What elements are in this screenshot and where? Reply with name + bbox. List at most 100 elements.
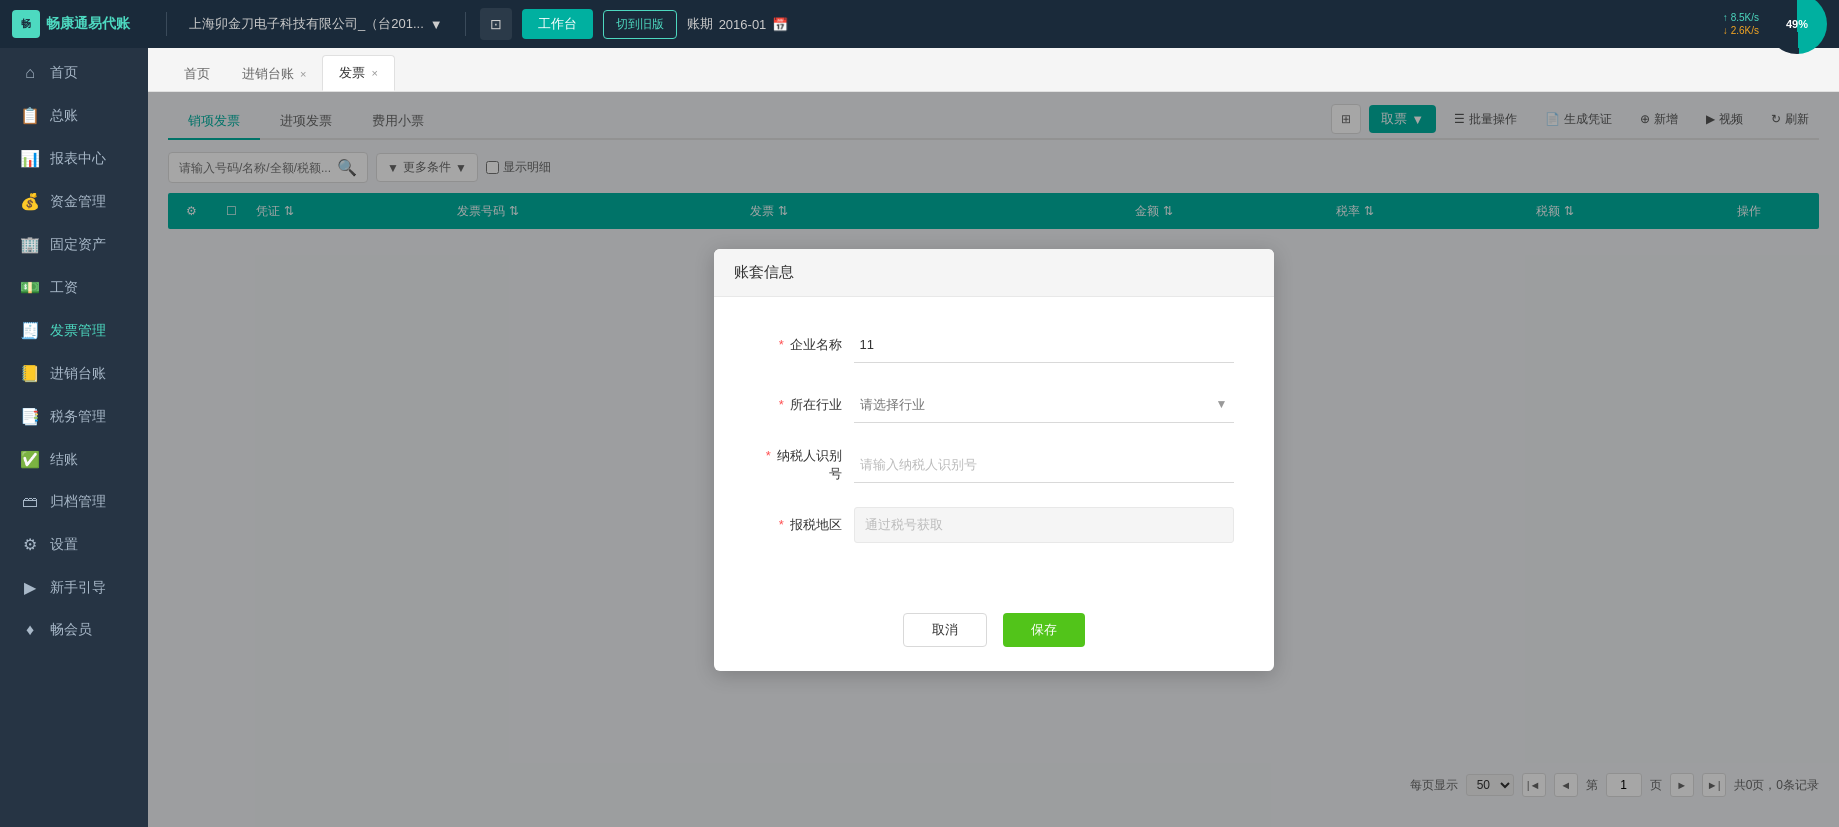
sidebar-item-closeout[interactable]: ✅ 结账	[0, 438, 148, 481]
sidebar-label-reports: 报表中心	[50, 150, 106, 168]
input-tax-region-disabled: 通过税号获取	[854, 507, 1234, 543]
closeout-icon: ✅	[20, 450, 40, 469]
header-copy-icon[interactable]: ⊡	[480, 8, 512, 40]
tab-purchase-sale[interactable]: 进销台账 ×	[226, 57, 322, 91]
network-speed: ↑ 8.5K/s ↓ 2.6K/s	[1723, 12, 1759, 36]
reports-icon: 📊	[20, 149, 40, 168]
overlay: 账套信息 * 企业名称 *	[148, 92, 1839, 827]
company-dropdown-icon: ▼	[430, 17, 443, 32]
main-layout: ⌂ 首页 📋 总账 📊 报表中心 💰 资金管理 🏢 固定资产 💵 工资 🧾 发票…	[0, 48, 1839, 827]
tab-invoice-close[interactable]: ×	[371, 67, 377, 79]
label-text-taxid: 纳税人识别号	[777, 448, 842, 481]
purchase-sale-icon: 📒	[20, 364, 40, 383]
sidebar-label-purchase-sale: 进销台账	[50, 365, 106, 383]
required-star-industry: *	[779, 397, 784, 412]
sidebar-item-purchase-sale[interactable]: 📒 进销台账	[0, 352, 148, 395]
form-label-industry: * 所在行业	[754, 396, 854, 414]
sidebar-label-member: 畅会员	[50, 621, 92, 639]
sidebar-item-funds[interactable]: 💰 资金管理	[0, 180, 148, 223]
input-tax-id[interactable]	[854, 447, 1234, 483]
industry-dropdown-icon: ▼	[1216, 397, 1234, 411]
sidebar-label-guide: 新手引导	[50, 579, 106, 597]
tab-purchase-sale-close[interactable]: ×	[300, 68, 306, 80]
sidebar-item-home[interactable]: ⌂ 首页	[0, 52, 148, 94]
sidebar-item-ledger[interactable]: 📋 总账	[0, 94, 148, 137]
logo-icon: 畅	[12, 10, 40, 38]
sidebar-label-ledger: 总账	[50, 107, 78, 125]
select-industry-wrapper[interactable]: ▼	[854, 387, 1234, 423]
save-button[interactable]: 保存	[1003, 613, 1085, 647]
calendar-icon[interactable]: 📅	[772, 17, 788, 32]
period-value: 2016-01	[719, 17, 767, 32]
required-star-company: *	[779, 337, 784, 352]
tab-invoice-label: 发票	[339, 64, 365, 82]
brand-logo: 畅 畅康通易代账	[12, 10, 152, 38]
speed-up: ↑ 8.5K/s	[1723, 12, 1759, 23]
assets-icon: 🏢	[20, 235, 40, 254]
sidebar-item-tax[interactable]: 📑 税务管理	[0, 395, 148, 438]
switch-old-button[interactable]: 切到旧版	[603, 10, 677, 39]
form-row-industry: * 所在行业 ▼	[754, 387, 1234, 423]
label-text-industry: 所在行业	[790, 397, 842, 412]
form-label-company-name: * 企业名称	[754, 336, 854, 354]
speed-down: ↓ 2.6K/s	[1723, 25, 1759, 36]
input-company-name[interactable]	[854, 327, 1234, 363]
label-text-company: 企业名称	[790, 337, 842, 352]
sidebar-label-closeout: 结账	[50, 451, 78, 469]
ledger-icon: 📋	[20, 106, 40, 125]
account-period: 账期 2016-01 📅	[687, 15, 789, 33]
funds-icon: 💰	[20, 192, 40, 211]
sidebar-item-assets[interactable]: 🏢 固定资产	[0, 223, 148, 266]
brand-name: 畅康通易代账	[46, 15, 130, 33]
tab-home[interactable]: 首页	[168, 57, 226, 91]
sidebar-item-settings[interactable]: ⚙ 设置	[0, 523, 148, 566]
company-name: 上海卯金刀电子科技有限公司_（台201...	[189, 15, 424, 33]
dialog-footer: 取消 保存	[714, 597, 1274, 671]
sidebar-label-salary: 工资	[50, 279, 78, 297]
required-star-taxregion: *	[779, 517, 784, 532]
sidebar-label-tax: 税务管理	[50, 408, 106, 426]
sidebar: ⌂ 首页 📋 总账 📊 报表中心 💰 资金管理 🏢 固定资产 💵 工资 🧾 发票…	[0, 48, 148, 827]
select-industry-input[interactable]	[854, 397, 1216, 412]
header-separator-2	[465, 12, 466, 36]
header-right: ↑ 8.5K/s ↓ 2.6K/s 49%	[1723, 0, 1827, 54]
invoice-icon: 🧾	[20, 321, 40, 340]
cancel-button[interactable]: 取消	[903, 613, 987, 647]
company-selector[interactable]: 上海卯金刀电子科技有限公司_（台201... ▼	[181, 11, 451, 37]
inner-content: ⊞ 取票 ▼ ☰ 批量操作 📄 生成凭证 ⊕ 新增 ▶	[148, 92, 1839, 827]
dialog: 账套信息 * 企业名称 *	[714, 249, 1274, 671]
form-row-tax-region: * 报税地区 通过税号获取	[754, 507, 1234, 543]
top-header: 畅 畅康通易代账 上海卯金刀电子科技有限公司_（台201... ▼ ⊡ 工作台 …	[0, 0, 1839, 48]
sidebar-item-reports[interactable]: 📊 报表中心	[0, 137, 148, 180]
member-icon: ♦	[20, 621, 40, 639]
home-icon: ⌂	[20, 64, 40, 82]
tab-bar: 首页 进销台账 × 发票 ×	[148, 48, 1839, 92]
settings-icon: ⚙	[20, 535, 40, 554]
dialog-body: * 企业名称 * 所在行业	[714, 297, 1274, 597]
sidebar-item-member[interactable]: ♦ 畅会员	[0, 609, 148, 651]
archive-icon: 🗃	[20, 493, 40, 511]
sidebar-item-archive[interactable]: 🗃 归档管理	[0, 481, 148, 523]
tax-icon: 📑	[20, 407, 40, 426]
label-text-taxregion: 报税地区	[790, 517, 842, 532]
guide-icon: ▶	[20, 578, 40, 597]
form-row-company-name: * 企业名称	[754, 327, 1234, 363]
sidebar-item-salary[interactable]: 💵 工资	[0, 266, 148, 309]
sidebar-label-invoice: 发票管理	[50, 322, 106, 340]
tab-home-label: 首页	[184, 65, 210, 83]
tax-region-placeholder: 通过税号获取	[865, 516, 943, 534]
sidebar-label-assets: 固定资产	[50, 236, 106, 254]
sidebar-label-home: 首页	[50, 64, 78, 82]
sidebar-item-guide[interactable]: ▶ 新手引导	[0, 566, 148, 609]
tab-purchase-sale-label: 进销台账	[242, 65, 294, 83]
network-indicator: 49%	[1767, 0, 1827, 54]
form-row-tax-id: * 纳税人识别号	[754, 447, 1234, 483]
sidebar-label-archive: 归档管理	[50, 493, 106, 511]
tab-invoice[interactable]: 发票 ×	[322, 55, 394, 91]
header-separator-1	[166, 12, 167, 36]
sidebar-item-invoice[interactable]: 🧾 发票管理	[0, 309, 148, 352]
dialog-title: 账套信息	[714, 249, 1274, 297]
network-pct: 49%	[1786, 18, 1808, 30]
workbench-button[interactable]: 工作台	[522, 9, 593, 39]
salary-icon: 💵	[20, 278, 40, 297]
